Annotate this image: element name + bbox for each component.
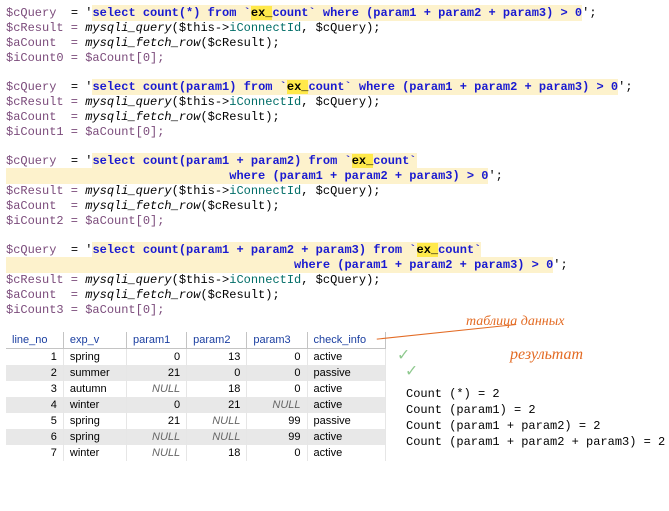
lower-section: таблица данных результат ✓ ✓ line_no exp… [6, 332, 663, 461]
code-line: $aCount = mysqli_fetch_row($cResult); [6, 288, 663, 303]
caption-result: результат [510, 346, 583, 364]
results-block: Count (*) = 2 Count (param1) = 2 Count (… [406, 386, 665, 450]
col-param1: param1 [126, 332, 186, 349]
code-line: where (param1 + param2 + param3) > 0'; [6, 258, 663, 273]
col-param3: param3 [247, 332, 307, 349]
col-check-info: check_info [307, 332, 386, 349]
code-line: $cResult = mysqli_query($this->iConnectI… [6, 184, 663, 199]
result-line: Count (param1 + param2 + param3) = 2 [406, 434, 665, 450]
code-line: $cQuery = 'select count(param1 + param2)… [6, 154, 663, 169]
code-block-3: $cQuery = 'select count(param1 + param2)… [6, 154, 663, 229]
result-line: Count (*) = 2 [406, 386, 665, 402]
result-line: Count (param1) = 2 [406, 402, 665, 418]
result-line: Count (param1 + param2) = 2 [406, 418, 665, 434]
col-param2: param2 [187, 332, 247, 349]
code-line: $cQuery = 'select count(*) from `ex_coun… [6, 6, 663, 21]
code-block-2: $cQuery = 'select count(param1) from `ex… [6, 80, 663, 140]
caption-data: таблица данных [466, 314, 564, 330]
code-line: $aCount = mysqli_fetch_row($cResult); [6, 110, 663, 125]
code-line: $cQuery = 'select count(param1) from `ex… [6, 80, 663, 95]
code-line: $iCount0 = $aCount[0]; [6, 51, 663, 66]
table-row: 2summer2100passive [6, 365, 386, 381]
code-line: $cResult = mysqli_query($this->iConnectI… [6, 95, 663, 110]
code-line: where (param1 + param2 + param3) > 0'; [6, 169, 663, 184]
col-exp-v: exp_v [63, 332, 126, 349]
table-row: 3autumnNULL180active [6, 381, 386, 397]
check-icon: ✓ [406, 360, 417, 382]
table-row: 4winter021NULLactive [6, 397, 386, 413]
data-table: line_no exp_v param1 param2 param3 check… [6, 332, 386, 461]
code-line: $cResult = mysqli_query($this->iConnectI… [6, 21, 663, 36]
code-block-1: $cQuery = 'select count(*) from `ex_coun… [6, 6, 663, 66]
code-line: $iCount3 = $aCount[0]; [6, 303, 663, 318]
code-line: $iCount1 = $aCount[0]; [6, 125, 663, 140]
code-block-4: $cQuery = 'select count(param1 + param2 … [6, 243, 663, 318]
code-line: $iCount2 = $aCount[0]; [6, 214, 663, 229]
table-row: 1spring0130active [6, 349, 386, 366]
table-row: 7winterNULL180active [6, 445, 386, 461]
code-line: $aCount = mysqli_fetch_row($cResult); [6, 199, 663, 214]
col-line-no: line_no [6, 332, 63, 349]
code-line: $cResult = mysqli_query($this->iConnectI… [6, 273, 663, 288]
table-row: 6springNULLNULL99active [6, 429, 386, 445]
table-row: 5spring21NULL99passive [6, 413, 386, 429]
code-line: $cQuery = 'select count(param1 + param2 … [6, 243, 663, 258]
table-header-row: line_no exp_v param1 param2 param3 check… [6, 332, 386, 349]
code-line: $aCount = mysqli_fetch_row($cResult); [6, 36, 663, 51]
